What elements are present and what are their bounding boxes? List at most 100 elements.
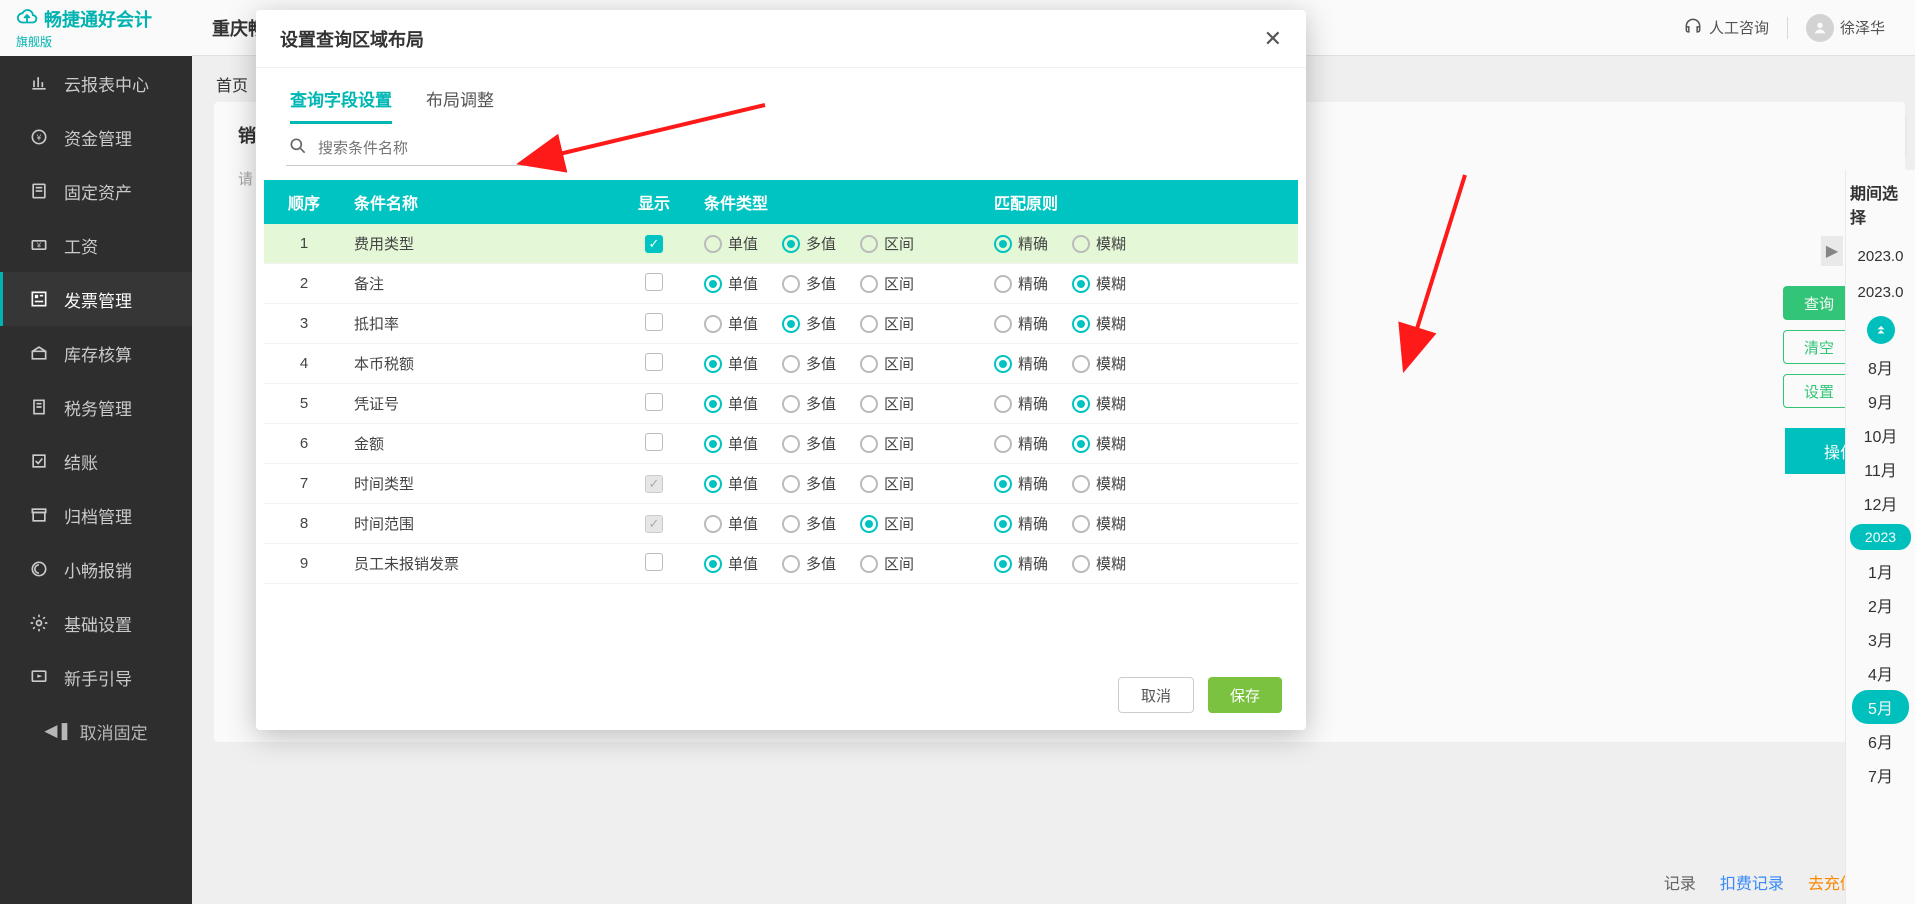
cell-name: 本币税额 [344,353,614,374]
radio-label: 区间 [884,473,914,494]
cell-seq: 6 [264,435,344,452]
radio-dot-icon [782,315,800,333]
radio-label: 单值 [728,473,758,494]
radio-exact[interactable]: 精确 [994,473,1048,494]
radio-single[interactable]: 单值 [704,513,758,534]
radio-multi[interactable]: 多值 [782,353,836,374]
radio-range[interactable]: 区间 [860,513,914,534]
radio-multi[interactable]: 多值 [782,553,836,574]
radio-label: 区间 [884,553,914,574]
radio-single[interactable]: 单值 [704,553,758,574]
radio-fuzzy[interactable]: 模糊 [1072,233,1126,254]
radio-multi[interactable]: 多值 [782,273,836,294]
checkbox-icon[interactable]: ✓ [645,235,663,253]
radio-multi[interactable]: 多值 [782,433,836,454]
cell-type: 单值 多值 区间 [694,313,984,334]
field-row-9: 9员工未报销发票单值多值区间精确模糊 [264,544,1298,584]
radio-fuzzy[interactable]: 模糊 [1072,553,1126,574]
checkbox-icon[interactable] [645,433,663,451]
radio-exact[interactable]: 精确 [994,313,1048,334]
radio-dot-icon [1072,355,1090,373]
cell-display: ✓ [614,475,694,493]
modal-tab-layout[interactable]: 布局调整 [426,86,494,124]
radio-fuzzy[interactable]: 模糊 [1072,513,1126,534]
modal-search-input[interactable] [318,140,518,157]
radio-label: 区间 [884,393,914,414]
checkbox-icon[interactable] [645,313,663,331]
radio-exact[interactable]: 精确 [994,353,1048,374]
radio-label: 多值 [806,313,836,334]
radio-range[interactable]: 区间 [860,393,914,414]
radio-single[interactable]: 单值 [704,273,758,294]
field-row-2: 2备注单值多值区间精确模糊 [264,264,1298,304]
radio-range[interactable]: 区间 [860,553,914,574]
cell-display: ✓ [614,515,694,533]
radio-range[interactable]: 区间 [860,233,914,254]
cell-display: ✓ [614,235,694,253]
radio-fuzzy[interactable]: 模糊 [1072,393,1126,414]
radio-fuzzy[interactable]: 模糊 [1072,313,1126,334]
radio-range[interactable]: 区间 [860,273,914,294]
radio-dot-icon [994,475,1012,493]
radio-dot-icon [994,435,1012,453]
save-button[interactable]: 保存 [1208,677,1282,713]
radio-exact[interactable]: 精确 [994,393,1048,414]
radio-range[interactable]: 区间 [860,353,914,374]
radio-label: 精确 [1018,393,1048,414]
radio-dot-icon [860,435,878,453]
modal-tab-fields[interactable]: 查询字段设置 [290,86,392,124]
radio-fuzzy[interactable]: 模糊 [1072,473,1126,494]
radio-fuzzy[interactable]: 模糊 [1072,273,1126,294]
checkbox-icon[interactable] [645,393,663,411]
modal-search[interactable] [286,132,526,166]
radio-label: 多值 [806,553,836,574]
radio-exact[interactable]: 精确 [994,433,1048,454]
cell-match: 精确 模糊 [984,313,1298,334]
cell-type: 单值 多值 区间 [694,393,984,414]
field-row-5: 5凭证号单值多值区间精确模糊 [264,384,1298,424]
radio-dot-icon [1072,515,1090,533]
radio-range[interactable]: 区间 [860,433,914,454]
radio-exact[interactable]: 精确 [994,513,1048,534]
radio-single[interactable]: 单值 [704,313,758,334]
cell-type: 单值 多值 区间 [694,473,984,494]
radio-dot-icon [782,515,800,533]
modal-close-icon[interactable]: ✕ [1264,26,1282,52]
radio-single[interactable]: 单值 [704,233,758,254]
radio-dot-icon [704,235,722,253]
radio-fuzzy[interactable]: 模糊 [1072,433,1126,454]
checkbox-icon[interactable] [645,353,663,371]
radio-exact[interactable]: 精确 [994,233,1048,254]
radio-range[interactable]: 区间 [860,473,914,494]
radio-label: 精确 [1018,233,1048,254]
radio-single[interactable]: 单值 [704,473,758,494]
radio-single[interactable]: 单值 [704,393,758,414]
cell-seq: 5 [264,395,344,412]
radio-multi[interactable]: 多值 [782,393,836,414]
radio-label: 精确 [1018,433,1048,454]
radio-exact[interactable]: 精确 [994,553,1048,574]
radio-label: 多值 [806,353,836,374]
col-type: 条件类型 [694,190,984,214]
radio-single[interactable]: 单值 [704,433,758,454]
radio-single[interactable]: 单值 [704,353,758,374]
radio-multi[interactable]: 多值 [782,513,836,534]
radio-dot-icon [994,395,1012,413]
fields-grid: 顺序 条件名称 显示 条件类型 匹配原则 1费用类型✓单值多值区间精确模糊2备注… [264,180,1298,584]
radio-range[interactable]: 区间 [860,313,914,334]
radio-multi[interactable]: 多值 [782,313,836,334]
field-row-6: 6金额单值多值区间精确模糊 [264,424,1298,464]
radio-label: 区间 [884,353,914,374]
field-row-1: 1费用类型✓单值多值区间精确模糊 [264,224,1298,264]
radio-label: 区间 [884,513,914,534]
radio-multi[interactable]: 多值 [782,473,836,494]
checkbox-icon[interactable] [645,553,663,571]
radio-label: 多值 [806,273,836,294]
radio-label: 精确 [1018,273,1048,294]
radio-dot-icon [782,395,800,413]
radio-fuzzy[interactable]: 模糊 [1072,353,1126,374]
checkbox-icon[interactable] [645,273,663,291]
radio-exact[interactable]: 精确 [994,273,1048,294]
cancel-button[interactable]: 取消 [1118,677,1194,713]
radio-multi[interactable]: 多值 [782,233,836,254]
